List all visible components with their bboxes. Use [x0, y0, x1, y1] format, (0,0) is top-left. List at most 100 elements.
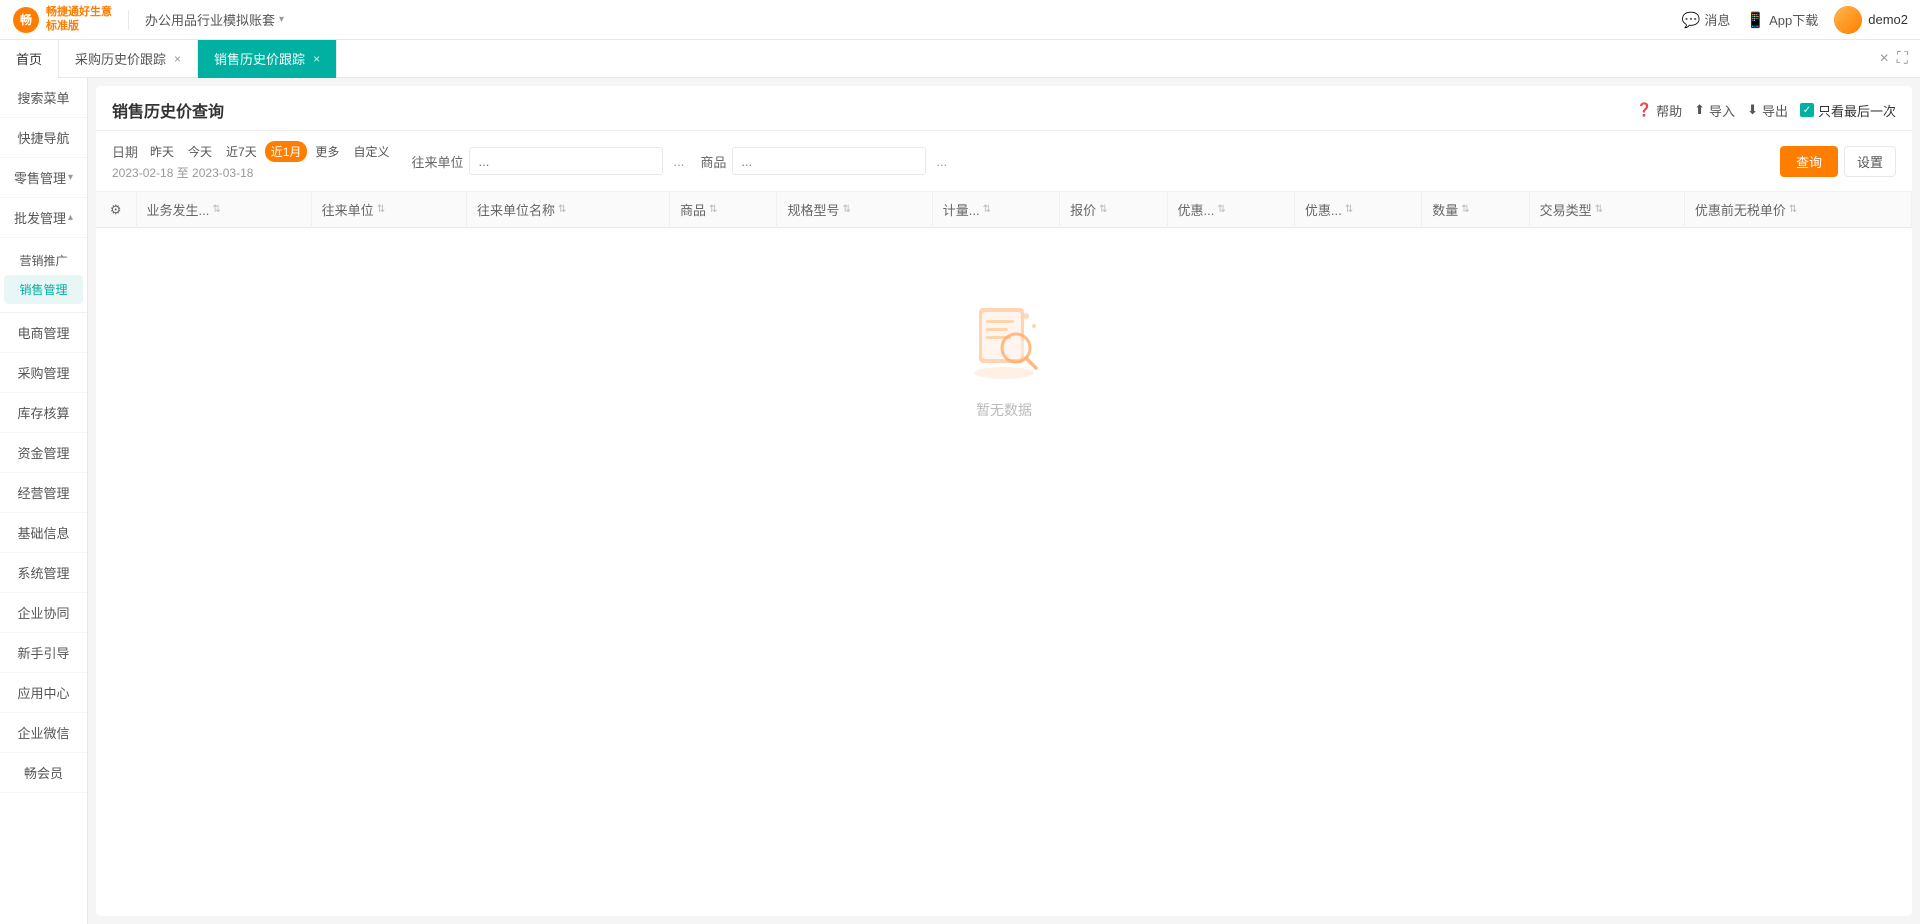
avatar-image [1834, 6, 1862, 34]
date-buttons: 昨天 今天 近7天 近1月 更多 自定义 [144, 141, 395, 162]
sidebar-item-inventory[interactable]: 库存核算 [0, 393, 87, 433]
goods-filter-input[interactable] [732, 147, 926, 175]
col-partner-name[interactable]: 往来单位名称 ⇅ [466, 192, 669, 228]
workspace-label: 办公用品行业模拟账套 [145, 10, 275, 29]
export-label: 导出 [1762, 101, 1788, 120]
sidebar-item-ecommerce[interactable]: 电商管理 [0, 313, 87, 353]
last-only-checkbox[interactable] [1800, 103, 1814, 117]
header-left: 畅 畅捷通好生意 标准版 办公用品行业模拟账套 ▾ [12, 6, 284, 34]
sort-icon-spec: ⇅ [842, 204, 850, 215]
data-table: ⚙ 业务发生... ⇅ 往来单位 [96, 192, 1912, 228]
apps-label: 应用中心 [17, 683, 69, 702]
col-discount1[interactable]: 优惠... ⇅ [1167, 192, 1294, 228]
app-download-button[interactable]: 📱 App下载 [1746, 10, 1818, 29]
sidebar-item-enterprise[interactable]: 企业协同 [0, 593, 87, 633]
sidebar-item-system[interactable]: 系统管理 [0, 553, 87, 593]
col-trade-type[interactable]: 交易类型 ⇅ [1529, 192, 1684, 228]
import-button[interactable]: ⬆ 导入 [1694, 101, 1735, 120]
sidebar-item-retail[interactable]: 零售管理 ▾ [0, 158, 87, 198]
empty-state: 暂无数据 [96, 228, 1912, 480]
col-discount2[interactable]: 优惠... ⇅ [1294, 192, 1421, 228]
sidebar-item-search[interactable]: 搜索菜单 [0, 78, 87, 118]
last-only-checkbox-area[interactable]: 只看最后一次 [1800, 101, 1896, 120]
goods-filter-group: 商品 ... [700, 147, 947, 175]
col-discount2-content: 优惠... ⇅ [1305, 200, 1411, 219]
system-label: 系统管理 [17, 563, 69, 582]
sidebar-item-member[interactable]: 畅会员 [0, 753, 87, 793]
settings-icon: ⚙ [110, 202, 122, 217]
tab-sales[interactable]: 销售历史价跟踪 × [198, 40, 337, 78]
setting-button[interactable]: 设置 [1844, 146, 1896, 177]
maximize-icon[interactable]: ⛶ [1897, 50, 1908, 68]
sort-icon-partner-name: ⇅ [558, 204, 566, 215]
export-icon: ⬇ [1747, 102, 1758, 118]
tab-home[interactable]: 首页 [0, 40, 59, 78]
wholesale-with-arrow: 批发管理 ▴ [14, 208, 73, 227]
sort-icon-pretax-price: ⇅ [1789, 204, 1797, 215]
sidebar-item-purchase-mgmt[interactable]: 采购管理 [0, 353, 87, 393]
col-settings[interactable]: ⚙ [96, 192, 136, 228]
col-quantity-label: 数量 [1432, 200, 1458, 219]
col-biz-date-label: 业务发生... [147, 200, 210, 219]
member-label: 畅会员 [24, 763, 63, 782]
chevron-down-icon: ▾ [279, 14, 284, 25]
col-spec[interactable]: 规格型号 ⇅ [777, 192, 932, 228]
filter-actions: 查询 设置 [1780, 146, 1896, 177]
col-quantity[interactable]: 数量 ⇅ [1422, 192, 1529, 228]
tab-sales-label: 销售历史价跟踪 [214, 49, 305, 68]
sidebar-item-operations[interactable]: 经营管理 [0, 473, 87, 513]
sidebar-item-sales-mgmt[interactable]: 销售管理 [4, 275, 83, 304]
tab-purchase[interactable]: 采购历史价跟踪 × [59, 40, 198, 78]
sidebar-item-wechat[interactable]: 企业微信 [0, 713, 87, 753]
sidebar-item-shortcut[interactable]: 快捷导航 [0, 118, 87, 158]
close-tab-icon[interactable]: × [1879, 50, 1888, 68]
workspace-selector[interactable]: 办公用品行业模拟账套 ▾ [145, 10, 284, 29]
phone-icon: 📱 [1746, 11, 1765, 29]
col-biz-date[interactable]: 业务发生... ⇅ [136, 192, 311, 228]
sidebar-item-basic[interactable]: 基础信息 [0, 513, 87, 553]
tab-sales-close[interactable]: × [313, 53, 320, 65]
sort-icon-unit: ⇅ [983, 204, 991, 215]
table-container: ⚙ 业务发生... ⇅ 往来单位 [96, 192, 1912, 916]
col-unit-label: 计量... [943, 200, 980, 219]
sidebar-item-marketing[interactable]: 营销推广 [4, 246, 83, 275]
retail-label: 零售管理 [14, 168, 66, 187]
col-quote-label: 报价 [1070, 200, 1096, 219]
query-button[interactable]: 查询 [1780, 146, 1838, 177]
col-partner-name-content: 往来单位名称 ⇅ [477, 200, 659, 219]
tab-home-label: 首页 [16, 49, 42, 68]
partner-filter-input[interactable] [469, 147, 663, 175]
col-pretax-price[interactable]: 优惠前无税单价 ⇅ [1684, 192, 1911, 228]
sidebar-item-finance[interactable]: 资金管理 [0, 433, 87, 473]
date-btn-more[interactable]: 更多 [309, 141, 345, 162]
sort-icon-biz-date: ⇅ [212, 204, 220, 215]
date-btn-custom[interactable]: 自定义 [347, 141, 395, 162]
date-btn-1month[interactable]: 近1月 [265, 141, 308, 162]
col-unit-content: 计量... ⇅ [943, 200, 1049, 219]
col-biz-date-content: 业务发生... ⇅ [147, 200, 301, 219]
col-partner-code-content: 往来单位 ⇅ [322, 200, 456, 219]
wechat-label: 企业微信 [17, 723, 69, 742]
col-unit[interactable]: 计量... ⇅ [932, 192, 1059, 228]
export-button[interactable]: ⬇ 导出 [1747, 101, 1788, 120]
date-btn-yesterday[interactable]: 昨天 [144, 141, 180, 162]
help-label: 帮助 [1656, 101, 1682, 120]
col-quote[interactable]: 报价 ⇅ [1060, 192, 1167, 228]
tab-purchase-close[interactable]: × [174, 53, 181, 65]
col-partner-code[interactable]: 往来单位 ⇅ [311, 192, 466, 228]
message-button[interactable]: 💬 消息 [1682, 10, 1731, 29]
date-btn-today[interactable]: 今天 [182, 141, 218, 162]
empty-text: 暂无数据 [976, 400, 1032, 420]
sidebar-item-wholesale[interactable]: 批发管理 ▴ [0, 198, 87, 238]
sidebar-item-guide[interactable]: 新手引导 [0, 633, 87, 673]
main-layout: 搜索菜单 快捷导航 零售管理 ▾ 批发管理 ▴ 营销推广 销售管理 [0, 78, 1920, 924]
help-button[interactable]: ❓ 帮助 [1636, 101, 1682, 120]
date-btn-7days[interactable]: 近7天 [220, 141, 263, 162]
user-avatar[interactable]: demo2 [1834, 6, 1908, 34]
col-goods[interactable]: 商品 ⇅ [670, 192, 777, 228]
sidebar-item-apps[interactable]: 应用中心 [0, 673, 87, 713]
logo-icon: 畅 [12, 6, 40, 34]
finance-label: 资金管理 [17, 443, 69, 462]
col-trade-type-label: 交易类型 [1540, 200, 1592, 219]
col-pretax-price-label: 优惠前无税单价 [1695, 200, 1786, 219]
